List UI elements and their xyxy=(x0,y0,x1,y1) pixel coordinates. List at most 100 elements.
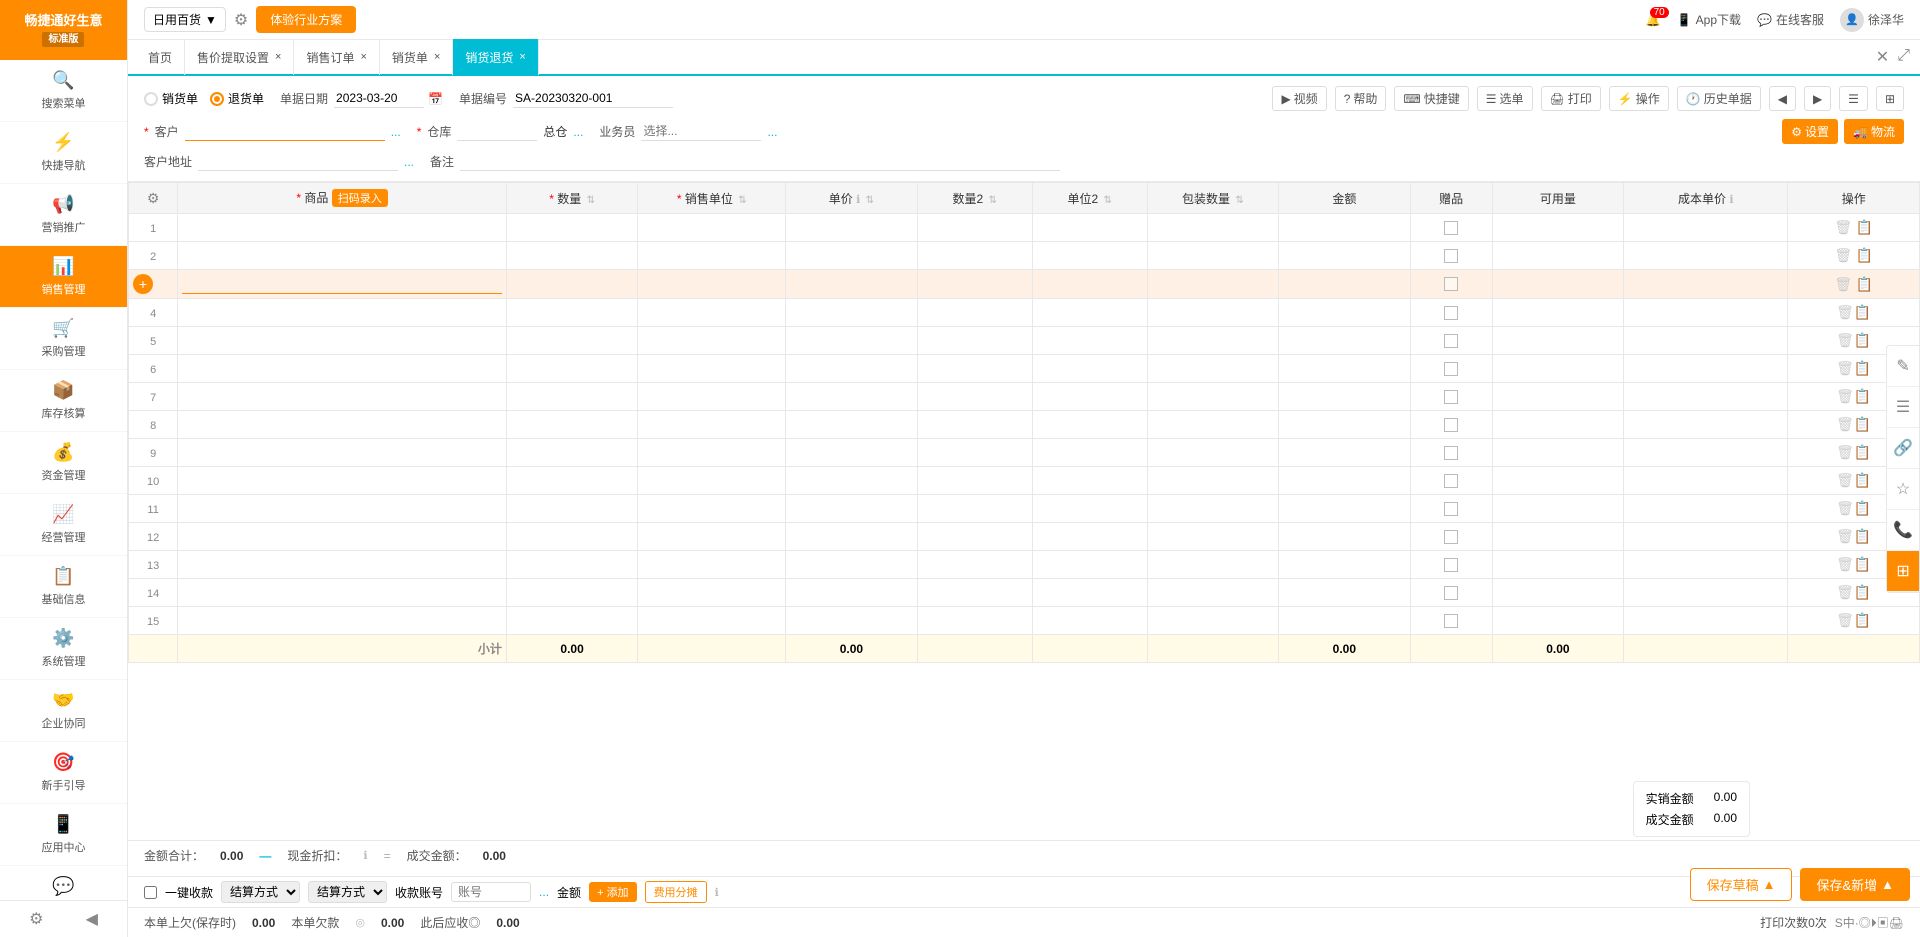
customer-input[interactable] xyxy=(185,122,385,141)
gift-checkbox[interactable] xyxy=(1444,362,1458,376)
sunit-cell[interactable] xyxy=(638,214,786,242)
shortcut-btn[interactable]: ⌨ 快捷键 xyxy=(1394,86,1468,111)
copy-row-icon[interactable]: 📋 xyxy=(1854,612,1871,628)
one-key-pay-checkbox[interactable] xyxy=(144,886,157,899)
qty-cell[interactable] xyxy=(506,242,637,270)
uprice-sort-icon[interactable]: ⇅ xyxy=(866,195,874,206)
grid-view-btn[interactable]: ⊞ xyxy=(1876,86,1904,111)
sidebar-item-enterprise[interactable]: 🤝 企业协同 xyxy=(0,680,127,742)
date-input[interactable] xyxy=(334,89,424,108)
copy-row-icon[interactable]: 📋 xyxy=(1854,556,1871,572)
floating-item-3[interactable]: 🔗 xyxy=(1887,428,1919,469)
copy-row-icon[interactable]: 📋 xyxy=(1854,528,1871,544)
account-ellipsis[interactable]: ... xyxy=(539,885,549,899)
delete-row-icon[interactable]: 🗑 xyxy=(1836,304,1854,320)
uprice-info-icon[interactable]: ℹ xyxy=(856,194,860,206)
save-draft-btn[interactable]: 保存草稿 ▲ xyxy=(1690,868,1793,901)
copy-row-icon[interactable]: 📋 xyxy=(1854,472,1871,488)
copy-row-icon[interactable]: 📋 xyxy=(1856,219,1873,235)
sunit-cell[interactable] xyxy=(638,242,786,270)
topbar-gear-icon[interactable]: ⚙ xyxy=(234,10,248,30)
logistics-btn[interactable]: 🚚 物流 xyxy=(1844,119,1904,144)
add-payment-btn[interactable]: + 添加 xyxy=(589,882,637,902)
pkgqty-cell[interactable] xyxy=(1147,242,1278,270)
sidebar-item-wechat[interactable]: 💬 企业微信 xyxy=(0,866,127,900)
operation-btn[interactable]: ⚡ 操作 xyxy=(1609,86,1669,111)
sidebar-item-apps[interactable]: 📱 应用中心 xyxy=(0,804,127,866)
uprice-cell[interactable] xyxy=(786,242,917,270)
sidebar-item-search[interactable]: 🔍 搜索菜单 xyxy=(0,60,127,122)
sum-method-select[interactable]: 结算方式 xyxy=(308,881,387,903)
app-download-btn[interactable]: 📱 App下载 xyxy=(1677,11,1741,28)
settings-bottom-icon[interactable]: ⚙ xyxy=(29,909,43,929)
uprice-active-cell[interactable] xyxy=(786,270,917,299)
delete-row-icon[interactable]: 🗑 xyxy=(1836,528,1854,544)
qty-sort-icon[interactable]: ⇅ xyxy=(587,195,595,206)
fee-btn[interactable]: 费用分摊 xyxy=(645,881,707,903)
copy-row-icon[interactable]: 📋 xyxy=(1854,304,1871,320)
save-new-btn[interactable]: 保存&新增 ▲ xyxy=(1800,868,1910,901)
gift-checkbox[interactable] xyxy=(1444,334,1458,348)
unit2-active-cell[interactable] xyxy=(1032,270,1147,299)
floating-item-5[interactable]: 📞 xyxy=(1887,510,1919,551)
copy-row-icon[interactable]: 📋 xyxy=(1854,584,1871,600)
tab-price-setting[interactable]: 售价提取设置 × xyxy=(185,39,294,75)
select-btn[interactable]: ☰ 选单 xyxy=(1477,86,1533,111)
scan-btn[interactable]: 扫码录入 xyxy=(332,189,388,207)
prev-record-btn[interactable]: ◀ xyxy=(1769,86,1796,111)
copy-row-icon[interactable]: 📋 xyxy=(1854,500,1871,516)
delete-row-icon[interactable]: 🗑 xyxy=(1834,247,1852,263)
cprice-active-cell[interactable] xyxy=(1624,270,1788,299)
tab-sales-return[interactable]: 销货退货 × xyxy=(453,39,538,75)
experience-btn[interactable]: 体验行业方案 xyxy=(256,6,356,33)
avail-cell[interactable] xyxy=(1492,242,1623,270)
sidebar-item-inventory[interactable]: 📦 库存核算 xyxy=(0,370,127,432)
copy-row-icon[interactable]: 📋 xyxy=(1854,444,1871,460)
history-btn[interactable]: 🕐 历史单据 xyxy=(1677,86,1761,111)
floating-item-1[interactable]: ✎ xyxy=(1887,346,1919,387)
message-icon[interactable]: 🔔 70 xyxy=(1646,13,1661,27)
gift-checkbox[interactable] xyxy=(1444,418,1458,432)
unit2-cell[interactable] xyxy=(1032,242,1147,270)
unit2-cell[interactable] xyxy=(1032,214,1147,242)
print-btn[interactable]: 🖨 打印 xyxy=(1541,86,1601,111)
gift-checkbox[interactable] xyxy=(1444,249,1458,263)
copy-row-icon[interactable]: 📋 xyxy=(1856,276,1873,292)
product-input[interactable] xyxy=(182,275,502,294)
product-cell[interactable] xyxy=(178,214,507,242)
online-service-btn[interactable]: 💬 在线客服 xyxy=(1757,11,1824,28)
sidebar-item-basic[interactable]: 📋 基础信息 xyxy=(0,556,127,618)
product-input-cell[interactable] xyxy=(178,270,507,299)
qty2-active-cell[interactable] xyxy=(917,270,1032,299)
gift-cell[interactable] xyxy=(1410,242,1492,270)
product-cell[interactable] xyxy=(178,242,507,270)
fee-info-icon[interactable]: ℹ xyxy=(715,886,719,899)
delete-row-icon[interactable]: 🗑 xyxy=(1836,332,1854,348)
sidebar-item-purchase[interactable]: 🛒 采购管理 xyxy=(0,308,127,370)
next-record-btn[interactable]: ▶ xyxy=(1804,86,1831,111)
gift-cell[interactable] xyxy=(1410,214,1492,242)
copy-row-icon[interactable]: 📋 xyxy=(1856,247,1873,263)
tab-sales-order-close[interactable]: × xyxy=(360,51,366,63)
amount-cell[interactable] xyxy=(1279,242,1410,270)
copy-row-icon[interactable]: 📋 xyxy=(1854,388,1871,404)
remark-input[interactable] xyxy=(460,152,1060,171)
gift-checkbox[interactable] xyxy=(1444,306,1458,320)
avail-cell[interactable] xyxy=(1492,214,1623,242)
add-row-btn[interactable]: + xyxy=(133,274,153,294)
close-tab-btn[interactable]: ✕ xyxy=(1874,45,1891,69)
floating-item-6[interactable]: ⊞ xyxy=(1887,551,1919,592)
sidebar-item-operations[interactable]: 📈 经营管理 xyxy=(0,494,127,556)
warehouse-ellipsis-btn[interactable]: ... xyxy=(573,125,583,139)
staff-input[interactable] xyxy=(641,122,761,141)
module-selector[interactable]: 日用百货 ▼ xyxy=(144,7,226,32)
amount-cell[interactable] xyxy=(1279,214,1410,242)
delete-row-icon[interactable]: 🗑 xyxy=(1836,612,1854,628)
warehouse-input[interactable] xyxy=(457,122,537,141)
calendar-icon[interactable]: 📅 xyxy=(428,92,443,106)
account-input[interactable] xyxy=(451,882,531,902)
dropdown-chevron[interactable]: ▲ xyxy=(1763,877,1776,892)
pkgqty-active-cell[interactable] xyxy=(1147,270,1278,299)
qty-active-cell[interactable] xyxy=(506,270,637,299)
tab-sales-return-close[interactable]: × xyxy=(519,51,525,63)
